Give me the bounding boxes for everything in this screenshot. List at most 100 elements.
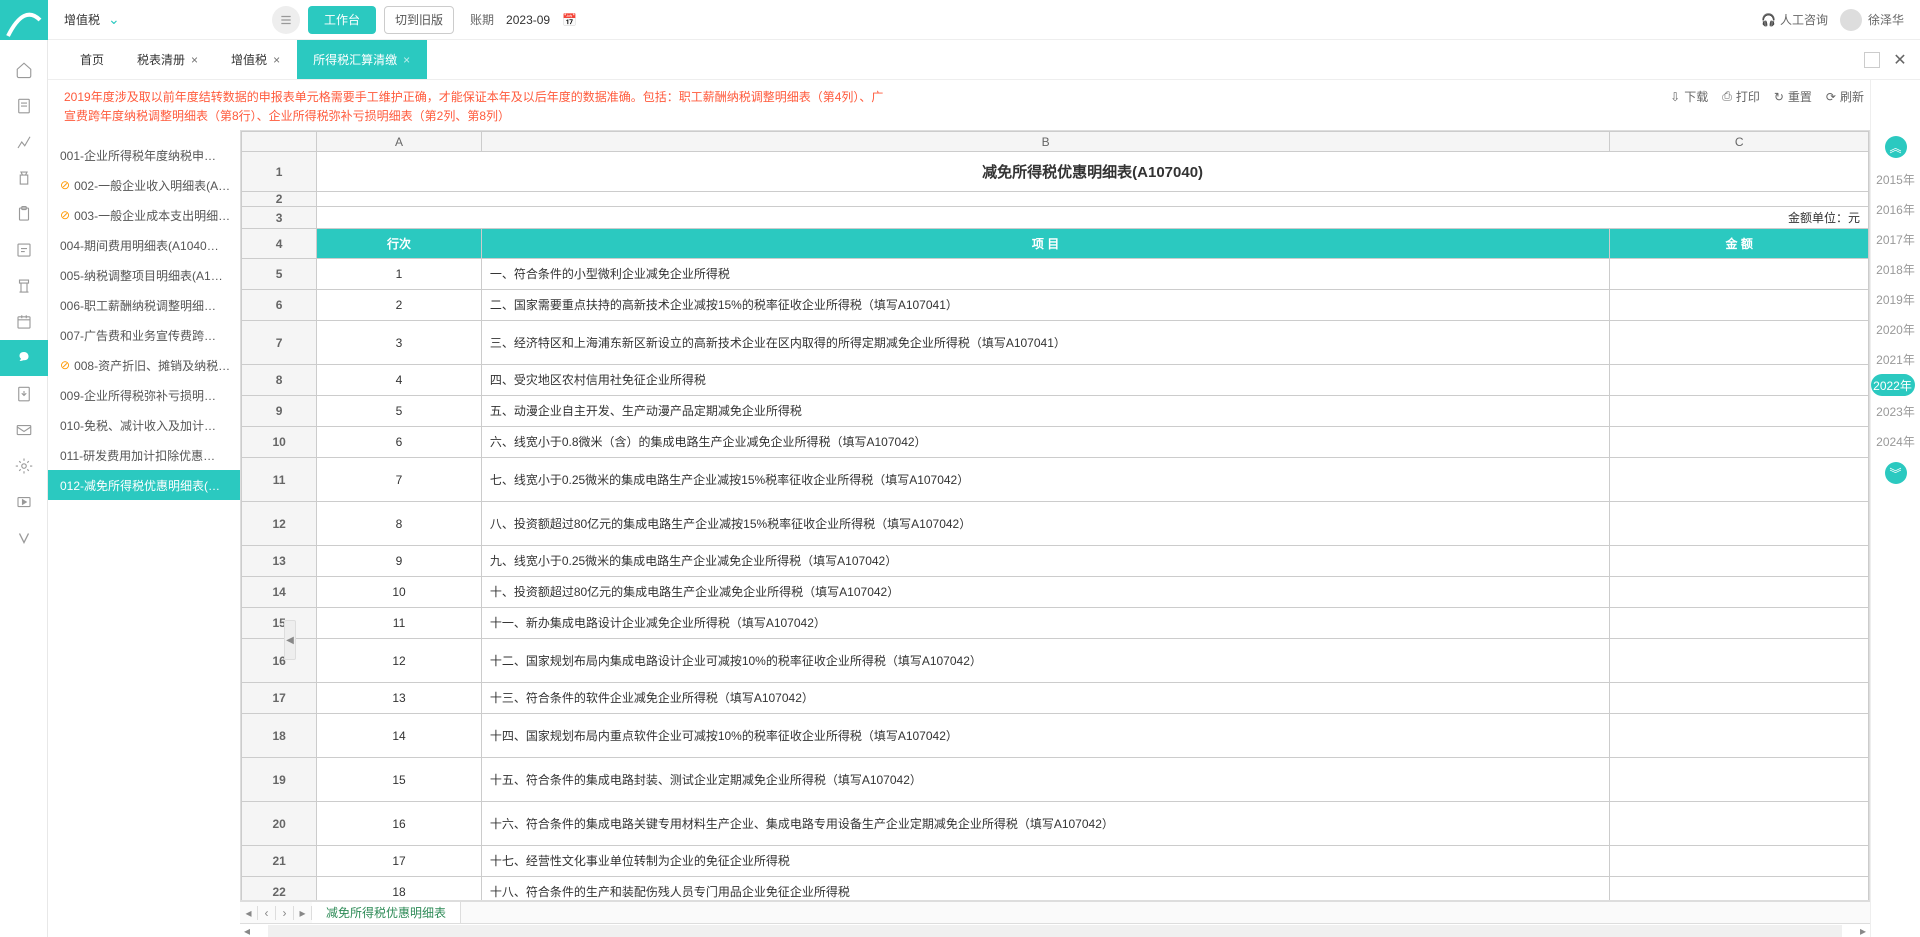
close-all-tabs-icon[interactable]: ✕ (1888, 48, 1912, 72)
cell-rownum[interactable]: 3 (317, 321, 482, 365)
tab-税表清册[interactable]: 税表清册× (121, 40, 215, 79)
cell-rownum[interactable]: 17 (317, 846, 482, 877)
form-item[interactable]: 004-期间费用明细表(A1040… (48, 230, 240, 260)
year-item[interactable]: 2024年 (1871, 426, 1920, 456)
year-scroll-down-icon[interactable]: ︾ (1885, 462, 1907, 484)
row-header[interactable]: 16 (242, 639, 317, 683)
sheet-nav-prev-icon[interactable]: ‹ (258, 906, 276, 920)
row-header[interactable]: 9 (242, 396, 317, 427)
cell-item[interactable]: 十二、国家规划布局内集成电路设计企业可减按10%的税率征收企业所得税（填写A10… (481, 639, 1610, 683)
nav-video-icon[interactable] (0, 484, 48, 520)
row-header[interactable]: 18 (242, 714, 317, 758)
tab-所得税汇算清缴[interactable]: 所得税汇算清缴× (297, 40, 427, 79)
col-header-b[interactable]: B (481, 132, 1610, 152)
cell-amount[interactable] (1610, 259, 1869, 290)
cell-amount[interactable] (1610, 321, 1869, 365)
nav-doc-icon[interactable] (0, 88, 48, 124)
cell-amount[interactable] (1610, 846, 1869, 877)
unit-cell[interactable]: 金额单位：元 (317, 207, 1869, 229)
nav-export-icon[interactable] (0, 376, 48, 412)
cell-item[interactable]: 十五、符合条件的集成电路封装、测试企业定期减免企业所得税（填写A107042） (481, 758, 1610, 802)
row-header[interactable]: 2 (242, 192, 317, 207)
help-link[interactable]: 🎧 人工咨询 (1761, 11, 1828, 28)
year-item[interactable]: 2021年 (1871, 344, 1920, 374)
nav-clipboard-icon[interactable] (0, 196, 48, 232)
row-header[interactable]: 6 (242, 290, 317, 321)
cell-item[interactable]: 一、符合条件的小型微利企业减免企业所得税 (481, 259, 1610, 290)
form-item[interactable]: 006-职工薪酬纳税调整明细… (48, 290, 240, 320)
row-header[interactable]: 3 (242, 207, 317, 229)
form-item[interactable]: ⊘008-资产折旧、摊销及纳税… (48, 350, 240, 380)
cell-rownum[interactable]: 12 (317, 639, 482, 683)
cell-rownum[interactable]: 8 (317, 502, 482, 546)
nav-date-icon[interactable] (0, 304, 48, 340)
form-item[interactable]: 011-研发费用加计扣除优惠… (48, 440, 240, 470)
row-header[interactable]: 14 (242, 577, 317, 608)
cell-amount[interactable] (1610, 427, 1869, 458)
row-header[interactable]: 19 (242, 758, 317, 802)
cell-rownum[interactable]: 4 (317, 365, 482, 396)
form-item[interactable]: 010-免税、减计收入及加计… (48, 410, 240, 440)
nav-v-icon[interactable] (0, 520, 48, 556)
reset-button[interactable]: ↻重置 (1774, 88, 1812, 105)
row-header[interactable]: 11 (242, 458, 317, 502)
app-logo[interactable] (0, 0, 48, 40)
cell-item[interactable]: 十八、符合条件的生产和装配伤残人员专门用品企业免征企业所得税 (481, 877, 1610, 902)
tab-增值税[interactable]: 增值税× (215, 40, 297, 79)
horizontal-scrollbar[interactable]: ◂ ▸ (240, 923, 1870, 937)
col-header-a[interactable]: A (317, 132, 482, 152)
row-header[interactable]: 20 (242, 802, 317, 846)
row-header[interactable]: 7 (242, 321, 317, 365)
year-scroll-up-icon[interactable]: ︽ (1885, 136, 1907, 158)
list-toggle-icon[interactable] (272, 6, 300, 34)
cell-item[interactable]: 八、投资额超过80亿元的集成电路生产企业减按15%税率征收企业所得税（填写A10… (481, 502, 1610, 546)
cell-rownum[interactable]: 6 (317, 427, 482, 458)
cell-rownum[interactable]: 13 (317, 683, 482, 714)
cell-amount[interactable] (1610, 877, 1869, 902)
form-item[interactable]: 012-减免所得税优惠明细表(… (48, 470, 240, 500)
cell-amount[interactable] (1610, 802, 1869, 846)
cell-item[interactable]: 十七、经营性文化事业单位转制为企业的免征企业所得税 (481, 846, 1610, 877)
cell-rownum[interactable]: 11 (317, 608, 482, 639)
row-header[interactable]: 5 (242, 259, 317, 290)
cell-rownum[interactable]: 1 (317, 259, 482, 290)
row-header[interactable]: 13 (242, 546, 317, 577)
form-item[interactable]: ⊘003-一般企业成本支出明细… (48, 200, 240, 230)
row-header[interactable]: 8 (242, 365, 317, 396)
tab-close-icon[interactable]: × (403, 53, 410, 67)
cell-amount[interactable] (1610, 639, 1869, 683)
refresh-button[interactable]: ⟳刷新 (1826, 88, 1864, 105)
nav-report-icon[interactable] (0, 232, 48, 268)
cell[interactable] (317, 192, 1869, 207)
collapse-panel-handle[interactable]: ◀ (284, 620, 296, 660)
sheet-title[interactable]: 减免所得税优惠明细表(A107040) (317, 152, 1869, 192)
cell-amount[interactable] (1610, 714, 1869, 758)
cell-rownum[interactable]: 14 (317, 714, 482, 758)
cell-item[interactable]: 十四、国家规划布局内重点软件企业可减按10%的税率征收企业所得税（填写A1070… (481, 714, 1610, 758)
cell-amount[interactable] (1610, 758, 1869, 802)
sheet-nav-last-icon[interactable]: ▸ (294, 906, 312, 920)
row-header[interactable]: 12 (242, 502, 317, 546)
header-rownum[interactable]: 行次 (317, 229, 482, 259)
cell-amount[interactable] (1610, 502, 1869, 546)
cell-item[interactable]: 十、投资额超过80亿元的集成电路生产企业减免企业所得税（填写A107042） (481, 577, 1610, 608)
cell-rownum[interactable]: 5 (317, 396, 482, 427)
year-item[interactable]: 2016年 (1871, 194, 1920, 224)
cell-item[interactable]: 六、线宽小于0.8微米（含）的集成电路生产企业减免企业所得税（填写A107042… (481, 427, 1610, 458)
year-item[interactable]: 2019年 (1871, 284, 1920, 314)
cell-amount[interactable] (1610, 290, 1869, 321)
cell-amount[interactable] (1610, 458, 1869, 502)
form-item[interactable]: 001-企业所得税年度纳税申… (48, 140, 240, 170)
cell-rownum[interactable]: 18 (317, 877, 482, 902)
sheet-nav-next-icon[interactable]: › (276, 906, 294, 920)
tab-close-icon[interactable]: × (191, 53, 198, 67)
cell-rownum[interactable]: 10 (317, 577, 482, 608)
cell-item[interactable]: 十一、新办集成电路设计企业减免企业所得税（填写A107042） (481, 608, 1610, 639)
corner-cell[interactable] (242, 132, 317, 152)
col-header-c[interactable]: C (1610, 132, 1869, 152)
row-header[interactable]: 4 (242, 229, 317, 259)
nav-chart-icon[interactable] (0, 124, 48, 160)
cell-amount[interactable] (1610, 546, 1869, 577)
user-menu[interactable]: 徐泽华 (1840, 9, 1904, 31)
nav-tax-icon[interactable] (0, 268, 48, 304)
